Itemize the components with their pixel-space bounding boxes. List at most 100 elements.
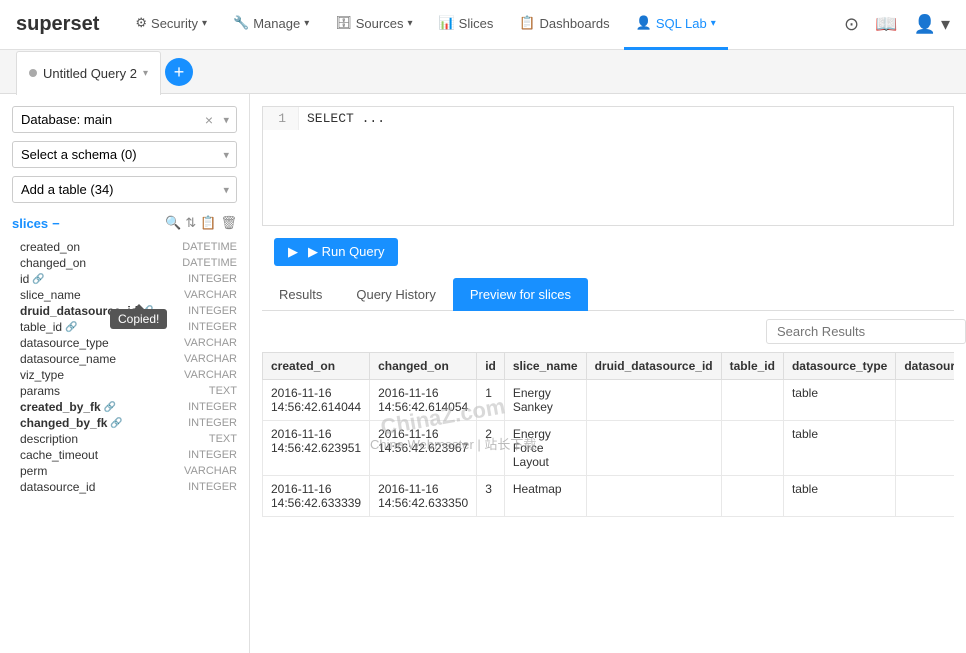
play-icon: ▶ [288,244,298,260]
tab-results[interactable]: Results [262,278,339,311]
sidebar: Database: main × ▾ Select a schema (0) ▾… [0,94,250,653]
search-results-input[interactable] [766,319,966,344]
table-cell: 1 [477,380,505,421]
field-link-icon[interactable]: 🔗 [65,322,77,333]
table-actions: 🔍 ⇅ 📋 🗑 [165,215,237,231]
add-tab-button[interactable]: + [165,58,193,86]
tab-query-history[interactable]: Query History [339,278,452,311]
field-type: INTEGER [188,321,237,333]
brand-logo: superset [16,13,99,36]
table-cell [721,476,783,517]
code-line: 1 SELECT ... [263,107,953,130]
line-number: 1 [263,107,299,130]
database-select-wrapper: Database: main × ▾ [12,106,237,133]
field-type: INTEGER [188,401,237,413]
sort-icon[interactable]: ⇅ [185,215,196,231]
nav-slices[interactable]: 📊 Slices [426,0,505,50]
user-menu-icon[interactable]: 👤 ▾ [914,14,950,35]
field-row: datasource_idINTEGER [12,479,237,495]
table-cell: Energy Sankey [504,380,586,421]
field-name: created_by_fk🔗 [20,400,116,414]
field-type: INTEGER [188,417,237,429]
tab-chevron-icon[interactable]: ▾ [143,68,148,79]
field-name: changed_by_fk🔗 [20,416,123,430]
query-tabs: Untitled Query 2 ▾ + [0,50,966,94]
table-column-header: table_id [721,353,783,380]
table-row: 2016-11-16 14:56:42.6239512016-11-16 14:… [263,421,955,476]
field-name: changed_on [20,256,86,270]
field-row: created_by_fk🔗 INTEGER [12,399,237,415]
field-row: datasource_nameVARCHAR [12,351,237,367]
fields-list: created_onDATETIMEchanged_onDATETIMEid🔗I… [12,239,237,495]
results-tabs: Results Query History Preview for slices [262,278,954,311]
schema-select[interactable]: Select a schema (0) [12,141,237,168]
field-type: INTEGER [188,481,237,493]
copy-icon[interactable]: 📋 [200,215,216,231]
table-cell: 2016-11-16 14:56:42.623967 [370,421,477,476]
field-row: changed_by_fk🔗 INTEGER [12,415,237,431]
search-icon[interactable]: 🔍 [165,215,181,231]
results-table: created_onchanged_onidslice_namedruid_da… [262,352,954,517]
table-row: 2016-11-16 14:56:42.6140442016-11-16 14:… [263,380,955,421]
table-cell: 2016-11-16 14:56:42.633350 [370,476,477,517]
field-link-icon[interactable]: 🔗 [110,418,122,429]
field-name: cache_timeout [20,448,98,462]
field-type: INTEGER [188,305,237,317]
nav-security[interactable]: ⚙ Security ▾ [123,0,219,50]
table-cell [721,380,783,421]
table-collapse-icon[interactable]: − [52,216,60,231]
table-cell [586,380,721,421]
table-cell [896,476,954,517]
tab-preview-slices[interactable]: Preview for slices [453,278,588,311]
table-column-header: druid_datasource_id [586,353,721,380]
nav-dashboards[interactable]: 📋 Dashboards [507,0,621,50]
table-cell: 2016-11-16 14:56:42.633339 [263,476,370,517]
field-link-icon[interactable]: 🔗 [32,274,44,285]
nav-sources[interactable]: 🗄 Sources ▾ [323,0,424,50]
table-section: slices − 🔍 ⇅ 📋 🗑 Copied! created_onDATET… [12,211,237,495]
field-row: paramsTEXT [12,383,237,399]
run-button-container: ▶ ▶ Run Query [250,226,966,278]
manage-icon: 🔧 [233,15,249,31]
sources-icon: 🗄 [335,15,352,31]
table-select[interactable]: Add a table (34) [12,176,237,203]
field-type: DATETIME [182,257,237,269]
main-content: Database: main × ▾ Select a schema (0) ▾… [0,94,966,653]
table-column-header: id [477,353,505,380]
table-cell [721,421,783,476]
field-row: viz_typeVARCHAR [12,367,237,383]
field-row: id🔗INTEGER [12,271,237,287]
nav-manage[interactable]: 🔧 Manage ▾ [221,0,321,50]
table-head: created_onchanged_onidslice_namedruid_da… [263,353,955,380]
field-row: datasource_typeVARCHAR [12,335,237,351]
table-body: 2016-11-16 14:56:42.6140442016-11-16 14:… [263,380,955,517]
query-tab-active[interactable]: Untitled Query 2 ▾ [16,51,161,95]
code-editor: 1 SELECT ... [262,106,954,226]
field-name: description [20,432,78,446]
chevron-down-icon: ▾ [202,18,207,29]
table-cell: 2 [477,421,505,476]
table-cell [896,421,954,476]
table-cell: 2016-11-16 14:56:42.614044 [263,380,370,421]
database-select[interactable]: Database: main [12,106,237,133]
table-cell [896,380,954,421]
table-cell: 3 [477,476,505,517]
book-icon[interactable]: 📖 [875,14,897,35]
table-column-header: datasource_type [783,353,895,380]
field-type: VARCHAR [184,369,237,381]
table-row: 2016-11-16 14:56:42.6333392016-11-16 14:… [263,476,955,517]
field-type: VARCHAR [184,289,237,301]
editor-area: 1 SELECT ... ▶ ▶ Run Query Results Query… [250,94,966,653]
field-name: params [20,384,60,398]
field-link-icon[interactable]: 🔗 [104,402,116,413]
field-row: slice_nameVARCHAR [12,287,237,303]
nav-sqllab[interactable]: 👤 SQL Lab ▾ [624,0,728,50]
database-clear-icon[interactable]: × [205,112,213,128]
line-content[interactable]: SELECT ... [299,107,393,130]
run-query-button[interactable]: ▶ ▶ Run Query [274,238,398,266]
github-icon[interactable]: ⊙ [844,14,859,35]
slices-icon: 📊 [438,15,454,31]
field-type: DATETIME [182,241,237,253]
delete-icon[interactable]: 🗑 [220,215,237,231]
table-column-header: datasource_name [896,353,954,380]
